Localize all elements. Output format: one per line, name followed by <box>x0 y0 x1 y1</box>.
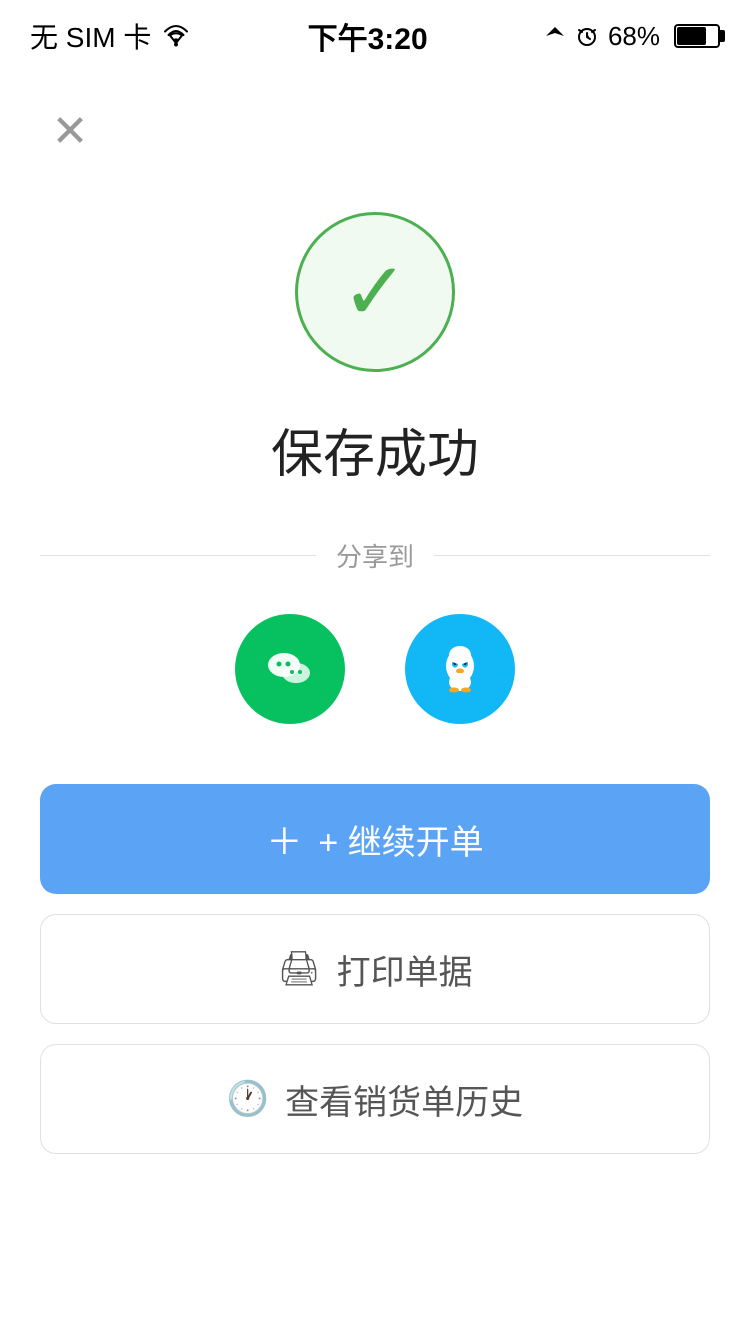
battery-percent: 68% <box>608 21 660 52</box>
divider-line-right <box>434 555 710 556</box>
wechat-share-button[interactable] <box>235 614 345 724</box>
close-icon: ✕ <box>52 110 89 154</box>
divider-line-left <box>40 555 316 556</box>
qq-share-button[interactable] <box>405 614 515 724</box>
status-right: 68% <box>544 21 720 52</box>
sim-status: 无 SIM 卡 <box>30 16 151 56</box>
print-icon: 🖨 <box>277 949 320 989</box>
success-circle: ✓ <box>295 212 455 372</box>
close-button[interactable]: ✕ <box>30 92 110 172</box>
location-icon <box>544 25 566 47</box>
history-button[interactable]: 🕐 查看销货单历史 <box>40 1044 710 1154</box>
print-label: 打印单据 <box>337 945 473 994</box>
checkmark-icon: ✓ <box>341 252 408 332</box>
wifi-icon <box>161 25 191 47</box>
status-time: 下午3:20 <box>308 14 428 58</box>
share-row <box>235 614 515 724</box>
action-buttons: ＋ + 继续开单 🖨 打印单据 🕐 查看销货单历史 <box>40 784 710 1154</box>
battery-icon <box>674 24 720 48</box>
wechat-icon <box>258 637 322 701</box>
qq-icon <box>429 638 491 700</box>
status-bar: 无 SIM 卡 下午3:20 68% <box>0 0 750 72</box>
history-icon: 🕐 <box>227 1079 269 1119</box>
share-divider: 分享到 <box>40 537 710 574</box>
history-label: 查看销货单历史 <box>285 1075 523 1124</box>
print-button[interactable]: 🖨 打印单据 <box>40 914 710 1024</box>
success-title: 保存成功 <box>271 412 479 487</box>
share-label: 分享到 <box>336 537 414 574</box>
alarm-icon <box>576 25 598 47</box>
continue-icon: ＋ <box>266 813 302 865</box>
continue-label: + 继续开单 <box>318 815 483 864</box>
continue-button[interactable]: ＋ + 继续开单 <box>40 784 710 894</box>
main-content: ✓ 保存成功 分享到 <box>0 172 750 1334</box>
status-left: 无 SIM 卡 <box>30 16 191 56</box>
